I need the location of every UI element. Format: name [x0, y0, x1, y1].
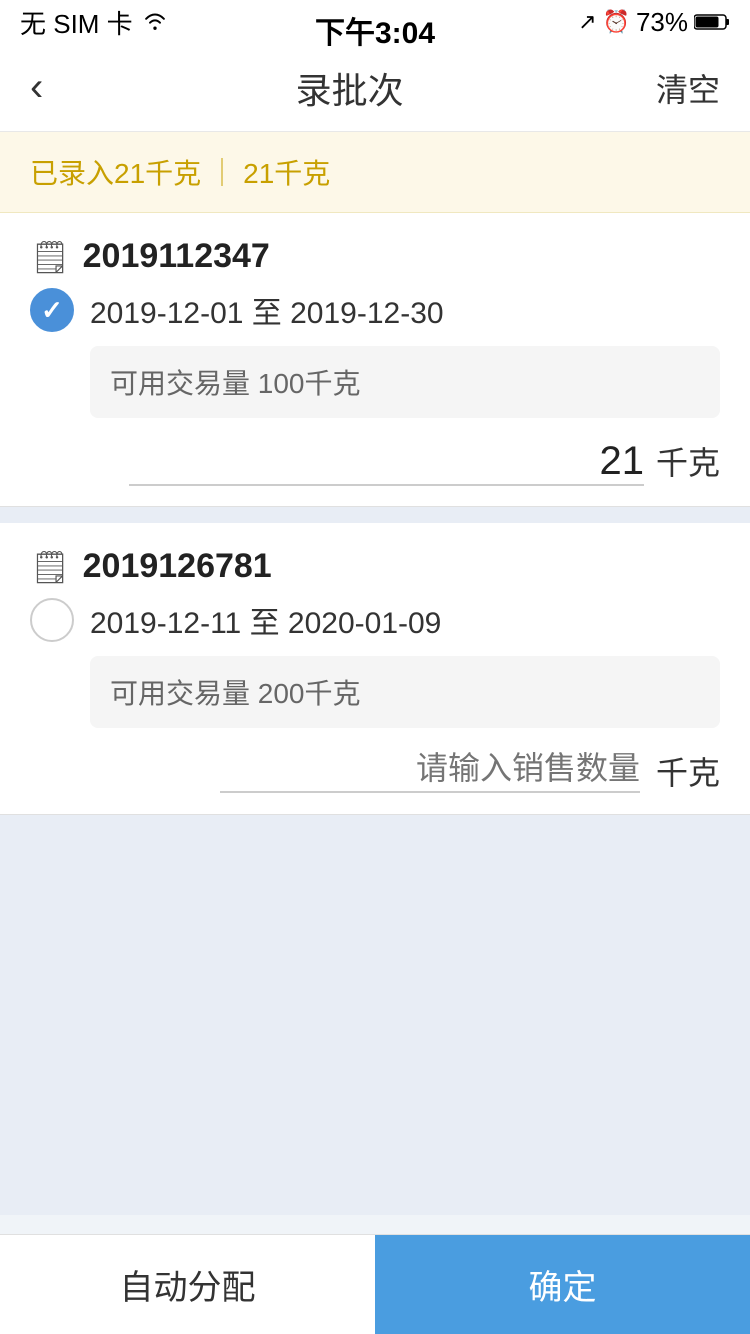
- quantity-input-area-1: 千克: [129, 438, 720, 486]
- batch-id-2: 2019126781: [83, 547, 272, 586]
- batch-doc-icon-2: 🗒: [30, 548, 71, 586]
- location-icon: ↗: [578, 9, 596, 35]
- quantity-input-2[interactable]: [220, 750, 640, 793]
- alarm-icon: ⏰: [603, 9, 630, 35]
- time-label: 下午3:04: [315, 8, 435, 52]
- section-divider: [0, 507, 750, 523]
- batch-date-2: 2019-12-11 至 2020-01-09: [90, 598, 441, 642]
- bottom-bar: 自动分配 确定: [0, 1234, 750, 1334]
- confirm-button[interactable]: 确定: [375, 1235, 750, 1334]
- auto-distribute-button[interactable]: 自动分配: [0, 1235, 375, 1334]
- summary-value-label: 21千克: [243, 152, 330, 192]
- status-left: 无 SIM 卡: [20, 4, 169, 41]
- page-title: 录批次: [296, 62, 404, 114]
- status-right: ↗ ⏰ 73%: [578, 7, 730, 38]
- clear-button[interactable]: 清空: [656, 65, 720, 111]
- quantity-unit-2: 千克: [656, 748, 720, 794]
- batch-section-1: 🗒 2019112347 2019-12-01 至 2019-12-30 可用交…: [0, 213, 750, 507]
- batch-id-1: 2019112347: [83, 237, 270, 276]
- batch-availability-2: 可用交易量 200千克: [90, 656, 720, 728]
- empty-area: [0, 815, 750, 1215]
- placeholder-row-2: 千克: [0, 728, 750, 815]
- back-button[interactable]: ‹: [30, 65, 43, 110]
- batch-item-1: 🗒 2019112347 2019-12-01 至 2019-12-30 可用交…: [0, 213, 750, 418]
- status-bar: 无 SIM 卡 下午3:04 ↗ ⏰ 73%: [0, 0, 750, 44]
- quantity-row-1: 千克: [0, 418, 750, 507]
- battery-label: 73%: [636, 7, 688, 38]
- summary-divider: [221, 158, 223, 186]
- batch-header-1: 🗒 2019112347: [30, 237, 720, 276]
- batch-item-2: 🗒 2019126781 2019-12-11 至 2020-01-09 可用交…: [0, 523, 750, 728]
- batch-radio-2[interactable]: [30, 598, 74, 642]
- batch-header-2: 🗒 2019126781: [30, 547, 720, 586]
- wifi-icon: [141, 7, 169, 38]
- carrier-label: 无 SIM 卡: [20, 4, 133, 41]
- batch-radio-1[interactable]: [30, 288, 74, 332]
- summary-recorded-label: 已录入21千克: [30, 152, 201, 192]
- quantity-input-1[interactable]: [129, 439, 644, 486]
- battery-icon: [694, 7, 730, 38]
- batch-availability-1: 可用交易量 100千克: [90, 346, 720, 418]
- nav-bar: ‹ 录批次 清空: [0, 44, 750, 132]
- quantity-unit-1: 千克: [656, 438, 720, 484]
- batch-doc-icon-1: 🗒: [30, 238, 71, 276]
- batch-date-row-2[interactable]: 2019-12-11 至 2020-01-09: [30, 598, 720, 642]
- batch-date-row-1[interactable]: 2019-12-01 至 2019-12-30: [30, 288, 720, 332]
- batch-section-2: 🗒 2019126781 2019-12-11 至 2020-01-09 可用交…: [0, 523, 750, 815]
- batch-date-1: 2019-12-01 至 2019-12-30: [90, 288, 444, 332]
- summary-banner: 已录入21千克 21千克: [0, 132, 750, 213]
